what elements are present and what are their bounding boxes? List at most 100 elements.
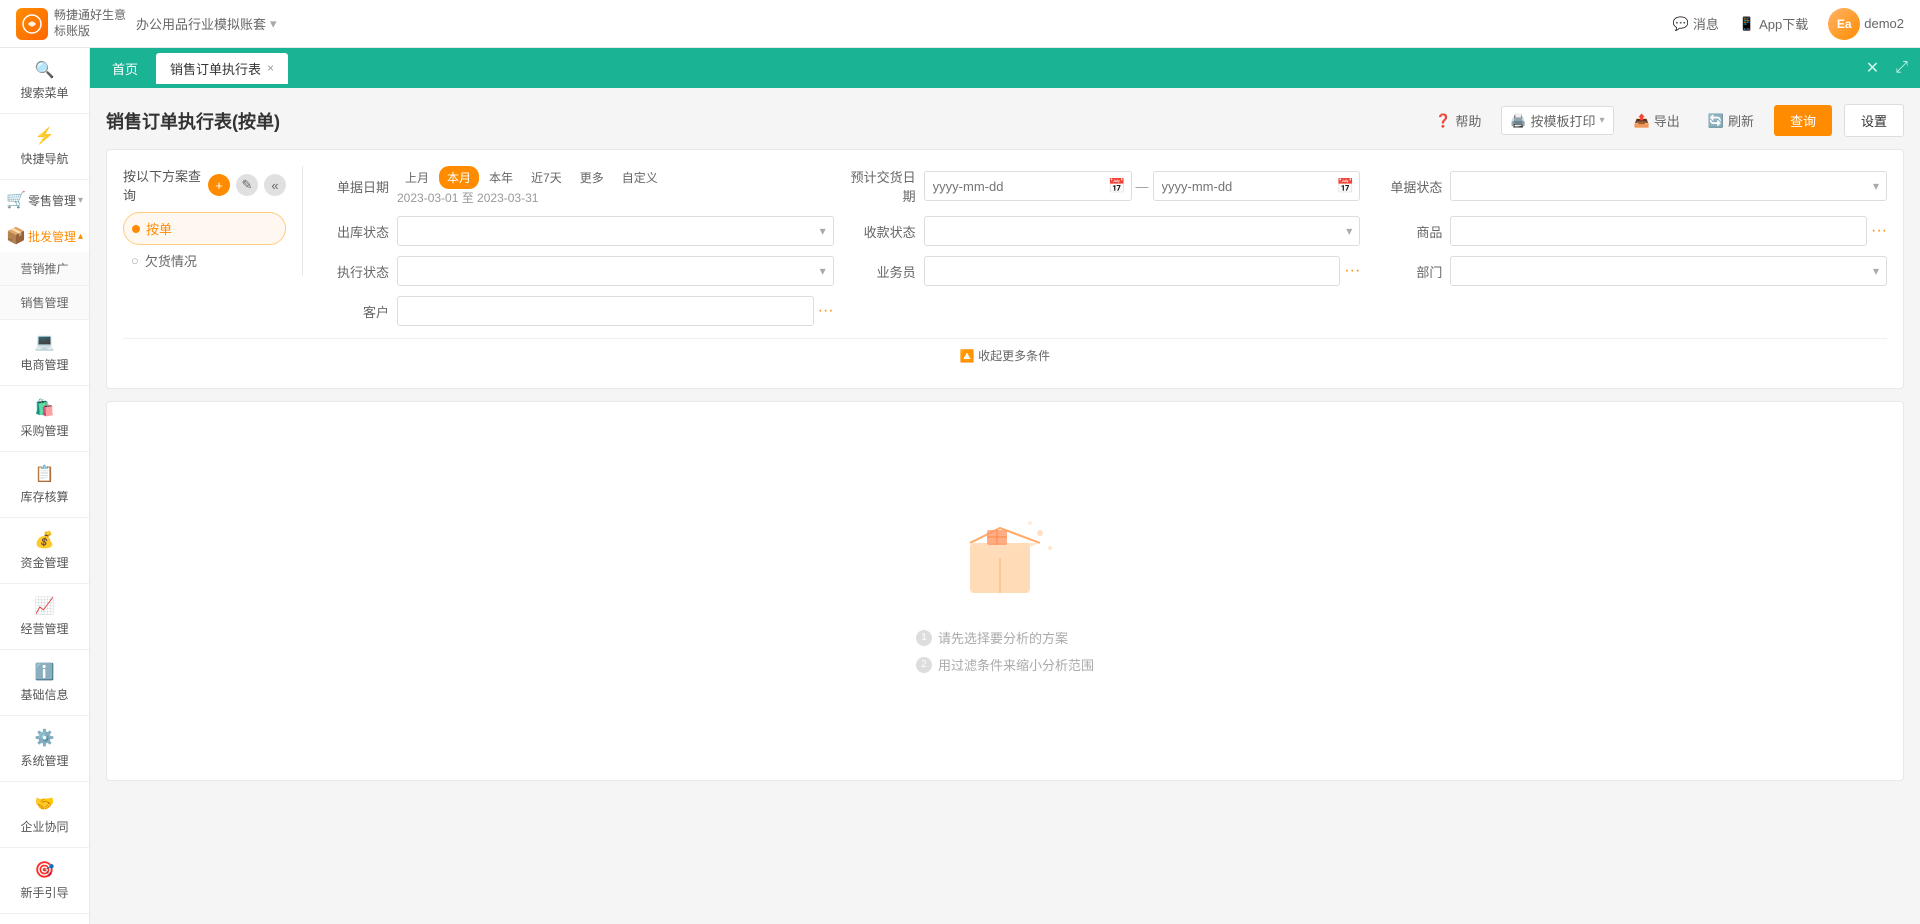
product-label: 商品 <box>1372 222 1442 241</box>
window-close-button[interactable]: ✕ <box>1862 54 1883 82</box>
avatar: Ea <box>1828 8 1860 40</box>
sidebar-item-inventory[interactable]: 📋 库存核算 <box>0 452 89 518</box>
content-area: 首页 销售订单执行表 × ✕ ⤢ 销售订单执行表(按单) ❓ 帮助 <box>90 48 1920 924</box>
customer-picker-icon[interactable]: ··· <box>818 302 834 320</box>
sidebar-item-newuser[interactable]: 🎯 新手引导 <box>0 848 89 914</box>
query-button[interactable]: 查询 <box>1774 105 1832 136</box>
sidebar-sub-marketing[interactable]: 营销推广 <box>0 252 89 286</box>
inventory-icon: 📋 <box>35 464 55 484</box>
salesperson-input[interactable] <box>924 256 1341 286</box>
help-button[interactable]: ❓ 帮助 <box>1427 107 1489 134</box>
step1-number: 1 <box>916 630 932 646</box>
scheme-item-active[interactable]: 按单 <box>123 212 286 245</box>
product-picker-icon[interactable]: ··· <box>1871 222 1887 240</box>
newuser-icon: 🎯 <box>35 860 55 880</box>
filter-row-4: 客户 ··· <box>319 296 1887 326</box>
delivery-label: 出库状态 <box>319 222 389 241</box>
step2-number: 2 <box>916 657 932 673</box>
filter-field-product: 商品 ··· <box>1372 216 1887 246</box>
sidebar-sub-sales[interactable]: 销售管理 <box>0 286 89 320</box>
exec-status-select[interactable] <box>397 256 834 286</box>
filter-field-salesperson: 业务员 ··· <box>846 256 1361 286</box>
doc-status-select-wrap <box>1450 171 1887 201</box>
dept-select-wrap <box>1450 256 1887 286</box>
print-button[interactable]: 🖨️ 按模板打印 ▾ <box>1501 106 1613 135</box>
add-scheme-button[interactable]: + <box>208 174 230 196</box>
settings-button[interactable]: 设置 <box>1844 104 1904 137</box>
sidebar-item-wholesale[interactable]: 📦 批发管理 ▴ <box>0 216 89 252</box>
export-button[interactable]: 📤 导出 <box>1626 107 1688 134</box>
filter-scheme-panel: 按以下方案查询 + ✎ « <box>123 166 303 276</box>
filter-scheme-header: 按以下方案查询 + ✎ « <box>123 166 286 204</box>
sidebar-item-basicinfo[interactable]: ℹ️ 基础信息 <box>0 650 89 716</box>
search-icon: 🔍 <box>35 60 55 80</box>
filter-panel: 按以下方案查询 + ✎ « <box>106 149 1904 389</box>
sidebar-item-collab[interactable]: 🤝 企业协同 <box>0 782 89 848</box>
sidebar-item-purchase[interactable]: 🛍️ 采购管理 <box>0 386 89 452</box>
message-button[interactable]: 💬 消息 <box>1673 14 1719 33</box>
delivery-select[interactable] <box>397 216 834 246</box>
tab-active-sales-order[interactable]: 销售订单执行表 × <box>156 53 288 84</box>
salesperson-picker-icon[interactable]: ··· <box>1344 262 1360 280</box>
collapse-scheme-button[interactable]: « <box>264 174 286 196</box>
wholesale-arrow-icon: ▴ <box>78 231 83 242</box>
window-expand-button[interactable]: ⤢ <box>1891 55 1912 81</box>
sidebar-item-quicknav[interactable]: ⚡ 快捷导航 <box>0 114 89 180</box>
dept-label: 部门 <box>1372 262 1442 281</box>
filter-field-exec-status: 执行状态 <box>319 256 834 286</box>
app-download-button[interactable]: 📱 App下载 <box>1739 14 1808 33</box>
header-right: 💬 消息 📱 App下载 Ea demo2 <box>1673 8 1904 40</box>
user-profile[interactable]: Ea demo2 <box>1828 8 1904 40</box>
tab-home[interactable]: 首页 <box>98 53 152 84</box>
collapse-more-button[interactable]: 🔼 收起更多条件 <box>123 338 1887 372</box>
main-layout: 🔍 搜索菜单 ⚡ 快捷导航 🛒 零售管理 ▾ 📦 批发管理 ▴ 营销推广 销售管… <box>0 48 1920 924</box>
date-tab-7days[interactable]: 近7天 <box>523 166 570 189</box>
page-title-bar: 销售订单执行表(按单) ❓ 帮助 🖨️ 按模板打印 ▾ 📤 导出 <box>106 104 1904 137</box>
expected-date-label: 预计交货日期 <box>846 167 916 205</box>
customer-input[interactable] <box>397 296 814 326</box>
logo-icon <box>16 8 48 40</box>
sidebar-item-operations[interactable]: 📈 经营管理 <box>0 584 89 650</box>
sidebar-item-ecommerce[interactable]: 💻 电商管理 <box>0 320 89 386</box>
sidebar-item-retail[interactable]: 🛒 零售管理 ▾ <box>0 180 89 216</box>
date-end-calendar-icon[interactable]: 📅 <box>1337 178 1354 195</box>
page-content: 销售订单执行表(按单) ❓ 帮助 🖨️ 按模板打印 ▾ 📤 导出 <box>90 88 1920 924</box>
refresh-button[interactable]: 🔄 刷新 <box>1700 107 1762 134</box>
date-tab-more[interactable]: 更多 <box>572 166 612 189</box>
filter-field-expected-date: 预计交货日期 📅 — <box>846 167 1361 205</box>
product-input[interactable] <box>1450 216 1867 246</box>
sidebar-item-finance[interactable]: 💰 资金管理 <box>0 518 89 584</box>
operations-icon: 📈 <box>35 596 55 616</box>
sidebar-item-appcenter[interactable]: 🔲 应用中心 <box>0 914 89 924</box>
filter-field-date: 单据日期 上月 本月 本年 近7天 更多 自定义 <box>319 166 834 206</box>
date-tab-custom[interactable]: 自定义 <box>614 166 666 189</box>
salesperson-label: 业务员 <box>846 262 916 281</box>
header-left: 畅捷通好生意 标账版 办公用品行业模拟账套 ▾ <box>16 8 277 40</box>
date-tab-last-month[interactable]: 上月 <box>397 166 437 189</box>
dept-select[interactable] <box>1450 256 1887 286</box>
scheme-active-dot <box>132 225 140 233</box>
scheme-sub-item[interactable]: ○ 欠货情况 <box>123 245 286 276</box>
payment-select[interactable] <box>924 216 1361 246</box>
breadcrumb[interactable]: 办公用品行业模拟账套 ▾ <box>136 14 277 33</box>
filter-rows: 单据日期 上月 本月 本年 近7天 更多 自定义 <box>319 166 1887 326</box>
edit-scheme-button[interactable]: ✎ <box>236 174 258 196</box>
date-tab-this-year[interactable]: 本年 <box>481 166 521 189</box>
collapse-up-icon: 🔼 <box>960 349 975 363</box>
expected-date-end-wrap: 📅 <box>1153 171 1361 201</box>
doc-status-select[interactable] <box>1450 171 1887 201</box>
date-start-calendar-icon[interactable]: 📅 <box>1108 178 1125 195</box>
sidebar-item-search[interactable]: 🔍 搜索菜单 <box>0 48 89 114</box>
tab-close-icon[interactable]: × <box>267 62 274 74</box>
print-arrow-icon: ▾ <box>1600 115 1605 126</box>
doc-status-label: 单据状态 <box>1372 177 1442 196</box>
message-icon: 💬 <box>1673 16 1689 32</box>
finance-icon: 💰 <box>35 530 55 550</box>
scheme-sub-icon: ○ <box>131 253 139 268</box>
expected-date-end-input[interactable] <box>1153 171 1361 201</box>
filter-field-customer: 客户 ··· <box>319 296 834 326</box>
expected-date-start-input[interactable] <box>924 171 1132 201</box>
date-tab-this-month[interactable]: 本月 <box>439 166 479 189</box>
date-range-label: 2023-03-01 至 2023-03-31 <box>397 189 834 206</box>
sidebar-item-system[interactable]: ⚙️ 系统管理 <box>0 716 89 782</box>
